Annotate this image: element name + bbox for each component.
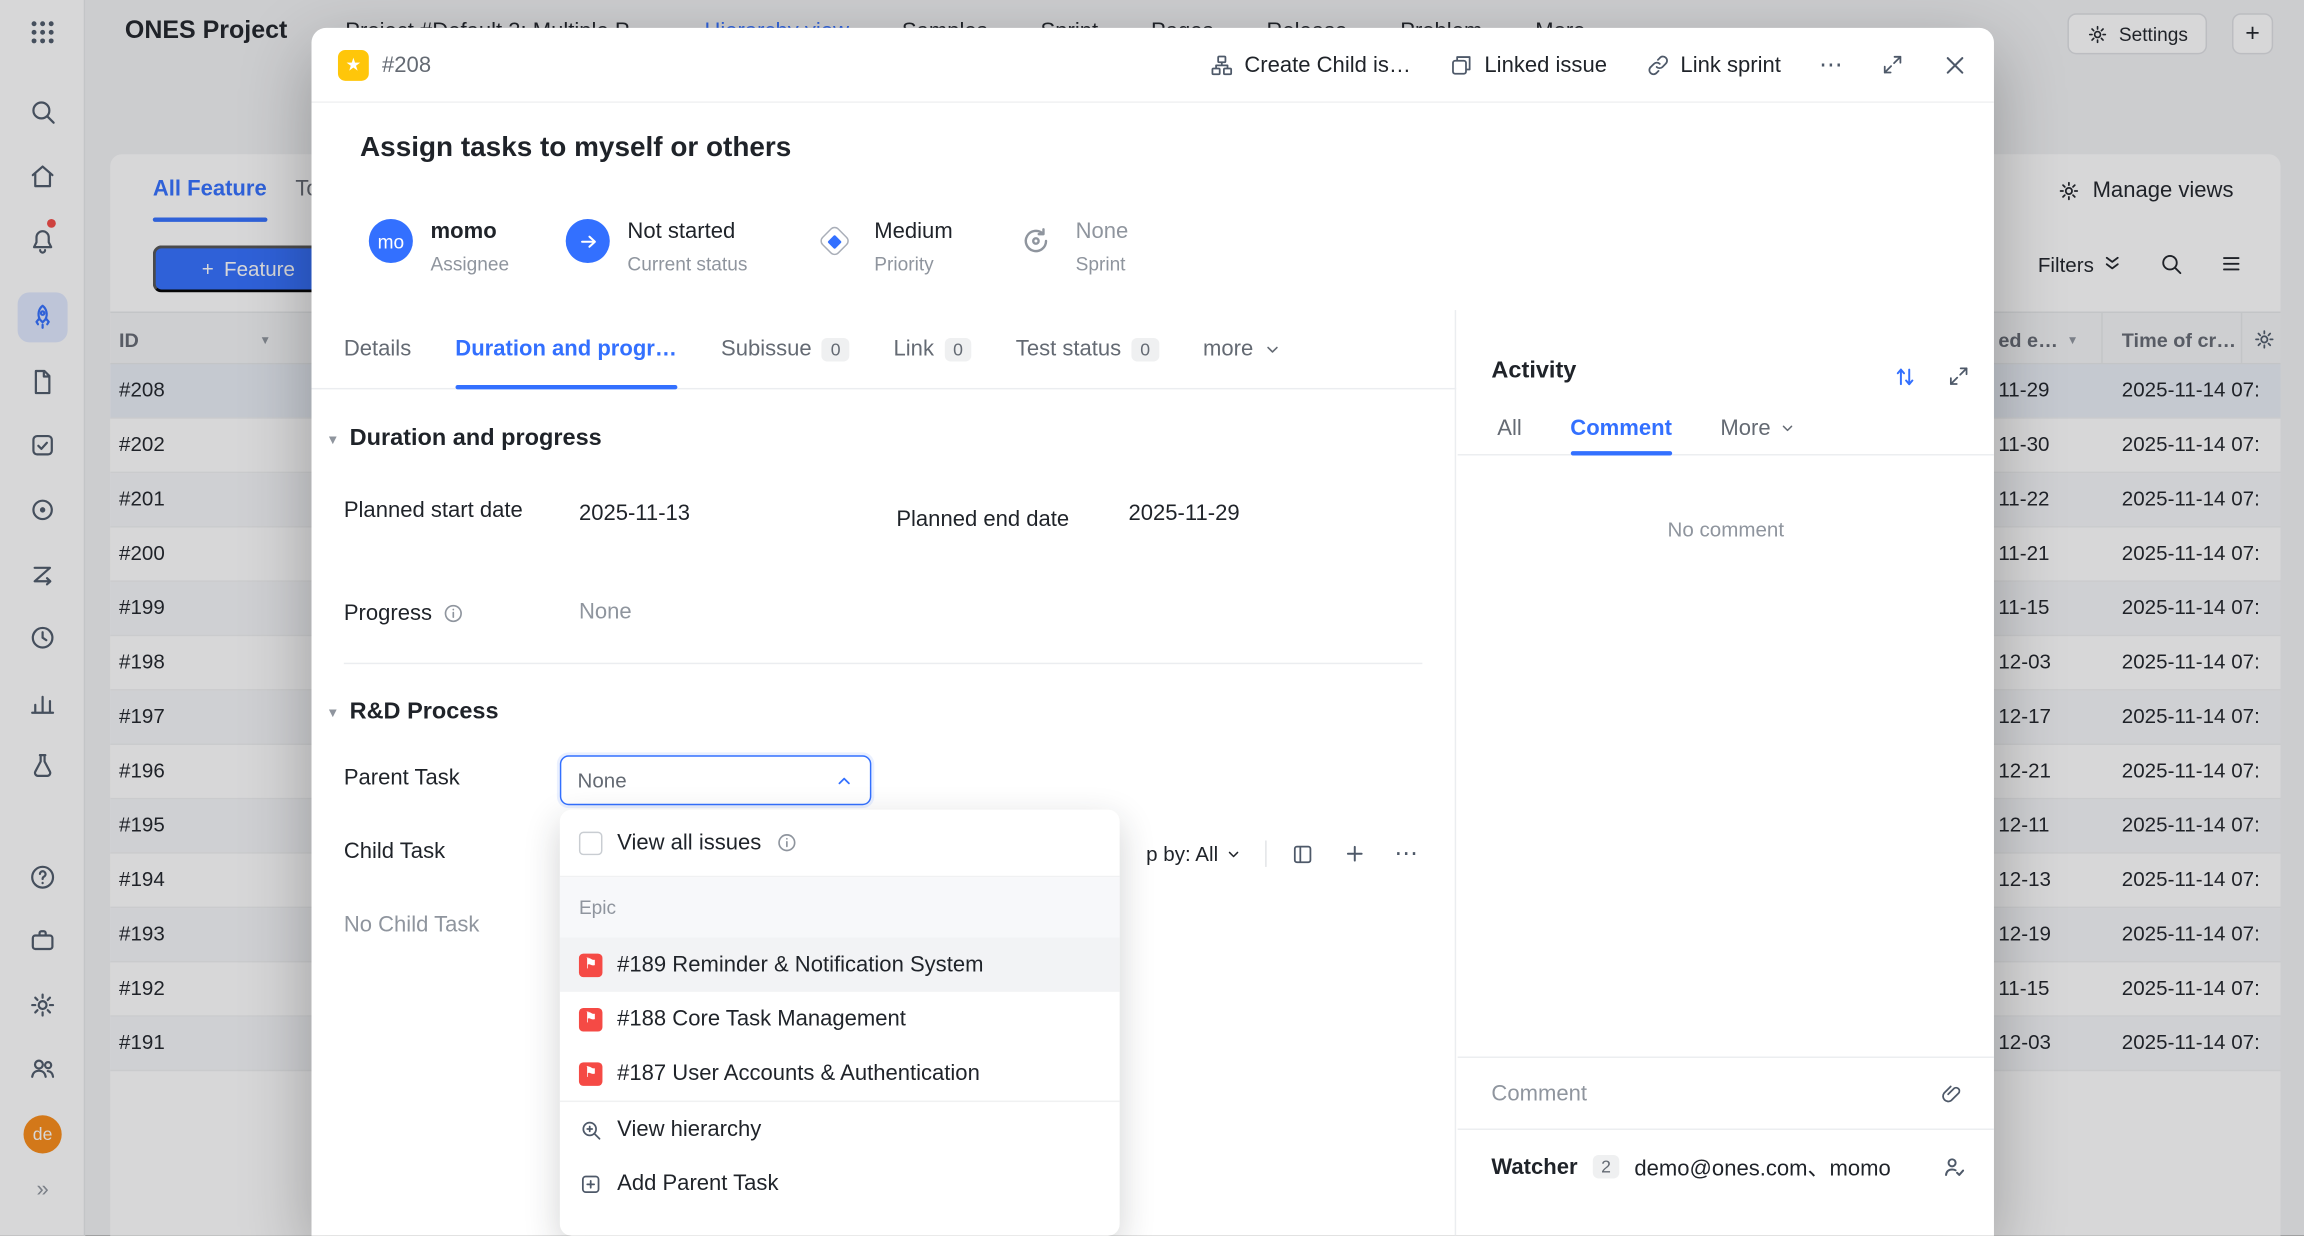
collapse-triangle-icon: ▼ <box>326 705 340 721</box>
linked-cards-icon <box>1452 55 1471 74</box>
assignee-avatar: mo <box>368 218 413 264</box>
epic-flag-icon: ⚑ <box>578 1061 603 1086</box>
parent-task-dropdown: View all issues Epic ⚑ #189 Reminder & N… <box>559 809 1120 1236</box>
child-task-toolbar: p by: All ⋯ <box>1146 839 1418 868</box>
tab-all[interactable]: All <box>1497 400 1521 454</box>
epic-option-label: #189 Reminder & Notification System <box>617 952 984 978</box>
planned-end-label: Planned end date <box>896 506 1070 532</box>
linked-issue-button[interactable]: Linked issue <box>1449 52 1607 77</box>
screen: de » ONES Project Project #Default 3: Mu… <box>0 0 2304 1236</box>
star-icon[interactable]: ★ <box>337 49 369 81</box>
planned-start-value[interactable]: 2025-11-13 <box>579 501 690 526</box>
watcher-label: Watcher <box>1491 1154 1578 1180</box>
issue-id: #208 <box>382 52 432 78</box>
tab-test-status[interactable]: Test status 0 <box>1016 309 1159 388</box>
add-child-icon[interactable] <box>1343 842 1367 866</box>
view-hierarchy-icon <box>582 1120 601 1139</box>
board-view-icon[interactable] <box>1290 841 1315 866</box>
add-parent-task-option[interactable]: Add Parent Task <box>560 1156 1120 1210</box>
activity-tabs: All Comment More <box>1457 400 1994 456</box>
group-by-select[interactable]: p by: All <box>1146 842 1242 865</box>
chevron-down-icon <box>1267 345 1278 352</box>
planned-end-value[interactable]: 2025-11-29 <box>1128 501 1239 526</box>
epic-flag-icon: ⚑ <box>578 1007 603 1031</box>
view-hierarchy-option[interactable]: View hierarchy <box>560 1102 1120 1156</box>
create-child-issue-button[interactable]: Create Child is… <box>1209 52 1411 77</box>
info-icon[interactable] <box>442 602 464 624</box>
parent-task-select[interactable]: None <box>559 755 872 806</box>
epic-option[interactable]: ⚑ #188 Core Task Management <box>560 992 1120 1046</box>
activity-panel: Activity All Comment More No comment Com… <box>1457 310 1994 1236</box>
square-plus-icon <box>581 1174 600 1193</box>
more-options-icon[interactable]: ⋯ <box>1394 839 1418 868</box>
toolbar-divider <box>1265 840 1267 867</box>
subtree-icon <box>1211 54 1232 75</box>
comment-input[interactable]: Comment <box>1457 1056 1994 1128</box>
link-sprint-button[interactable]: Link sprint <box>1645 52 1781 77</box>
priority-field[interactable]: Medium Priority <box>813 219 953 275</box>
issue-title: Assign tasks to myself or others <box>360 132 792 164</box>
section-rd-process[interactable]: ▼ R&D Process <box>326 699 498 725</box>
epic-flag-icon: ⚑ <box>578 952 603 977</box>
epic-options: ⚑ #189 Reminder & Notification System ⚑ … <box>559 937 1120 1100</box>
tab-comment[interactable]: Comment <box>1570 400 1673 455</box>
status-field[interactable]: Not started Current status <box>565 218 747 275</box>
info-icon[interactable] <box>776 832 798 854</box>
chevron-down-icon <box>1782 424 1793 431</box>
tab-more[interactable]: More <box>1720 400 1795 454</box>
attachment-paperclip-icon[interactable] <box>1940 1081 1965 1106</box>
parent-task-label: Parent Task <box>343 765 460 791</box>
tab-link[interactable]: Link 0 <box>894 309 972 388</box>
sprint-icon <box>1014 219 1058 263</box>
planned-start-label: Planned start date <box>343 498 523 524</box>
assignee-field[interactable]: mo momo Assignee <box>368 218 509 275</box>
modal-header: ★ #208 Create Child is… Linked issue Lin… <box>311 28 1994 103</box>
count-badge: 0 <box>944 337 972 361</box>
divider <box>343 662 1423 665</box>
fullscreen-icon[interactable] <box>1881 53 1905 77</box>
count-badge: 0 <box>821 337 850 361</box>
epic-option[interactable]: ⚑ #187 User Accounts & Authentication <box>560 1046 1120 1100</box>
add-watcher-icon[interactable] <box>1941 1153 1967 1179</box>
sort-order-icon[interactable] <box>1893 364 1918 389</box>
app-window: de » ONES Project Project #Default 3: Mu… <box>0 0 2304 1236</box>
watcher-row: Watcher 2 demo@ones.com、momo <box>1457 1128 1994 1235</box>
no-comment-text: No comment <box>1667 517 1785 541</box>
no-child-task-text: No Child Task <box>343 912 480 938</box>
tab-more[interactable]: more <box>1203 309 1281 388</box>
status-arrow-icon <box>565 218 610 264</box>
issue-attributes: mo momo Assignee Not started Current statu… <box>312 210 1994 301</box>
chevron-up-icon <box>838 776 850 784</box>
more-actions-icon[interactable]: ⋯ <box>1819 50 1843 79</box>
comment-placeholder: Comment <box>1491 1080 1587 1106</box>
close-icon[interactable] <box>1943 52 1968 77</box>
watcher-count-badge: 2 <box>1592 1154 1620 1179</box>
chevron-down-icon <box>1228 850 1239 857</box>
progress-label: Progress <box>344 595 465 632</box>
view-all-checkbox[interactable] <box>578 830 603 855</box>
issue-tabs: Details Duration and progr… Subissue 0 Li… <box>311 309 1457 390</box>
view-all-issues-option[interactable]: View all issues <box>560 810 1120 876</box>
activity-title: Activity <box>1491 358 1577 384</box>
section-duration[interactable]: ▼ Duration and progress <box>326 426 602 452</box>
count-badge: 0 <box>1131 337 1159 361</box>
epic-option-label: #187 User Accounts & Authentication <box>617 1060 980 1086</box>
tab-subissue[interactable]: Subissue 0 <box>721 309 850 388</box>
sprint-field[interactable]: None Sprint <box>1014 219 1128 275</box>
watcher-names[interactable]: demo@ones.com、momo <box>1634 1151 1890 1182</box>
tab-details[interactable]: Details <box>344 309 411 388</box>
collapse-triangle-icon: ▼ <box>326 432 340 447</box>
epic-option-label: #188 Core Task Management <box>617 1006 906 1032</box>
expand-activity-icon[interactable] <box>1947 364 1971 388</box>
progress-value[interactable]: None <box>579 600 632 625</box>
priority-diamond-icon <box>813 219 857 263</box>
child-task-label: Child Task <box>343 839 446 865</box>
tab-duration-progress[interactable]: Duration and progr… <box>455 309 677 389</box>
chain-link-icon <box>1647 54 1668 75</box>
epic-option[interactable]: ⚑ #189 Reminder & Notification System <box>559 937 1120 992</box>
group-header-epic: Epic <box>559 877 1120 938</box>
